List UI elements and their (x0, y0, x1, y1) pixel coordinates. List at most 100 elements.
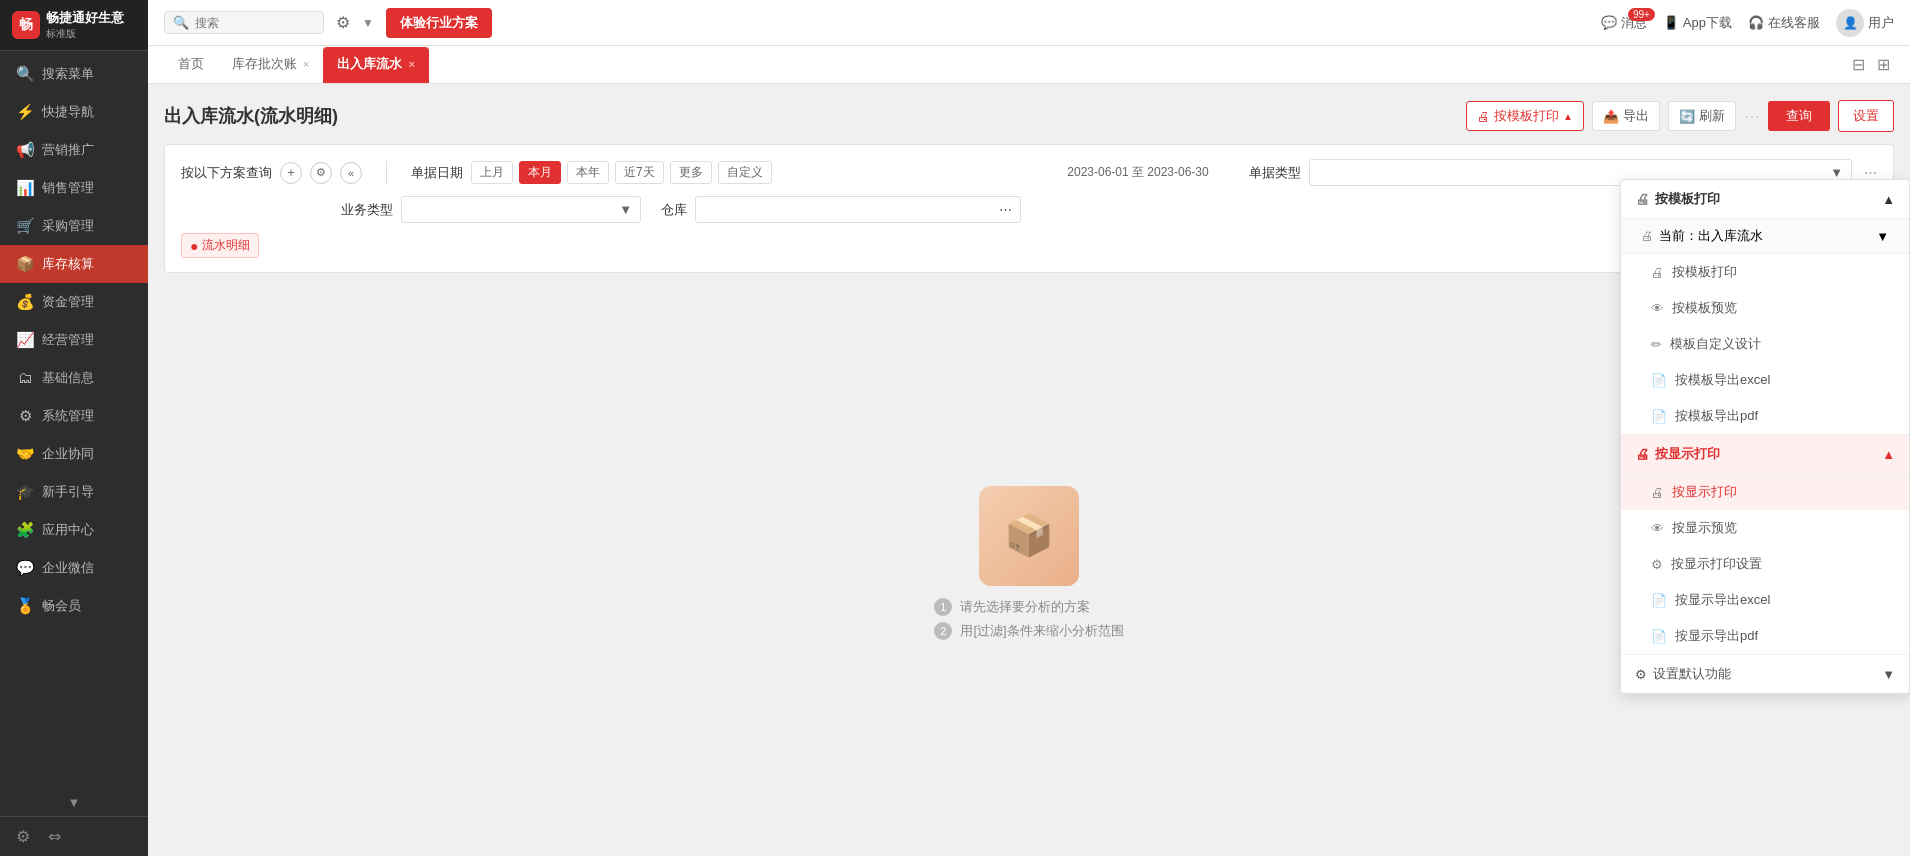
biztype-select[interactable]: ▼ (401, 196, 641, 223)
date-range: 2023-06-01 至 2023-06-30 (1067, 164, 1208, 181)
shortcut-icon: ⚡ (16, 103, 34, 121)
sidebar-label-finance: 资金管理 (42, 293, 94, 311)
topbar-gear-icon[interactable]: ⚙ (336, 13, 350, 32)
user-info[interactable]: 👤 用户 (1836, 9, 1894, 37)
tab-home[interactable]: 首页 (164, 47, 218, 83)
tab-maximize-icon[interactable]: ⊞ (1873, 53, 1894, 76)
topbar-right: 💬 消息 99+ 📱 App下载 🎧 在线客服 👤 用户 (1601, 9, 1894, 37)
sidebar-label-weixin: 企业微信 (42, 559, 94, 577)
sidebar-item-weixin[interactable]: 💬 企业微信 (0, 549, 148, 587)
settings-button[interactable]: 设置 (1838, 100, 1894, 132)
current-template-row[interactable]: 🖨 当前：出入库流水 ▼ (1621, 219, 1909, 254)
tab-batch[interactable]: 库存批次账 × (218, 47, 323, 83)
empty-step-2: 2 用[过滤]条件来缩小分析范围 (934, 622, 1123, 640)
template-print-section-header[interactable]: 🖨 按模板打印 ▲ (1621, 180, 1909, 219)
trial-button[interactable]: 体验行业方案 (386, 8, 492, 38)
dp-excel2-icon: 📄 (1651, 593, 1667, 608)
collapse-filter-btn[interactable]: « (340, 162, 362, 184)
sidebar-item-purchase[interactable]: 🛒 采购管理 (0, 207, 148, 245)
warehouse-select[interactable]: ⋯ (695, 196, 1021, 223)
date-this-year[interactable]: 本年 (567, 161, 609, 184)
dp-display-printer-icon: 🖨 (1651, 485, 1664, 500)
tab-batch-close[interactable]: × (303, 58, 309, 70)
sidebar-item-sales[interactable]: 📊 销售管理 (0, 169, 148, 207)
collapse-sidebar-icon[interactable]: ⇔ (48, 827, 61, 846)
dp-display-pdf[interactable]: 📄 按显示导出pdf (1621, 618, 1909, 654)
date-last-month[interactable]: 上月 (471, 161, 513, 184)
apps-icon: 🧩 (16, 521, 34, 539)
export-icon: 📤 (1603, 109, 1619, 124)
logo-sub: 标准版 (46, 27, 124, 40)
dp-template-customize[interactable]: ✏ 模板自定义设计 (1621, 326, 1909, 362)
biztype-arrow: ▼ (619, 202, 632, 217)
messages-btn[interactable]: 💬 消息 99+ (1601, 14, 1647, 32)
sidebar-item-finance[interactable]: 💰 资金管理 (0, 283, 148, 321)
sidebar-item-marketing[interactable]: 📢 营销推广 (0, 131, 148, 169)
online-service-btn[interactable]: 🎧 在线客服 (1748, 14, 1820, 32)
dp-template-excel[interactable]: 📄 按模板导出excel (1621, 362, 1909, 398)
finance-icon: 💰 (16, 293, 34, 311)
sidebar-item-basic[interactable]: 🗂 基础信息 (0, 359, 148, 397)
doctype-more-icon[interactable]: ⋯ (1864, 165, 1877, 180)
dp-printer-icon: 🖨 (1651, 265, 1664, 280)
app-logo-icon: 畅 (12, 11, 40, 39)
sidebar-item-system[interactable]: ⚙ 系统管理 (0, 397, 148, 435)
tab-flow-close[interactable]: × (408, 58, 414, 70)
sidebar-label-operation: 经营管理 (42, 331, 94, 349)
date-this-month[interactable]: 本月 (519, 161, 561, 184)
tab-flow[interactable]: 出入库流水 × (323, 47, 428, 83)
tab-minimize-icon[interactable]: ⊟ (1848, 53, 1869, 76)
dp-template-pdf[interactable]: 📄 按模板导出pdf (1621, 398, 1909, 434)
date-more[interactable]: 更多 (670, 161, 712, 184)
sidebar-item-inventory[interactable]: 📦 库存核算 (0, 245, 148, 283)
filter-tag-liushui[interactable]: ● 流水明细 (181, 233, 259, 258)
logo-text: 畅捷通好生意 标准版 (46, 10, 124, 40)
topbar-search-box[interactable]: 🔍 (164, 11, 324, 34)
page-title: 出入库流水(流水明细) (164, 104, 338, 128)
export-btn[interactable]: 📤 导出 (1592, 101, 1660, 131)
sidebar-item-operation[interactable]: 📈 经营管理 (0, 321, 148, 359)
print-template-btn[interactable]: 🖨 按模板打印 ▲ (1466, 101, 1584, 131)
dp-display-excel[interactable]: 📄 按显示导出excel (1621, 582, 1909, 618)
query-button[interactable]: 查询 (1768, 101, 1830, 131)
sidebar-label-purchase: 采购管理 (42, 217, 94, 235)
date-custom[interactable]: 自定义 (718, 161, 772, 184)
sidebar-item-newbie[interactable]: 🎓 新手引导 (0, 473, 148, 511)
sidebar-item-search[interactable]: 🔍 搜索菜单 (0, 55, 148, 93)
dp-footer[interactable]: ⚙ 设置默认功能 ▼ (1621, 654, 1909, 693)
sidebar-label-search: 搜索菜单 (42, 65, 94, 83)
sidebar-label-member: 畅会员 (42, 597, 81, 615)
sidebar-item-shortcut[interactable]: ⚡ 快捷导航 (0, 93, 148, 131)
headset-icon: 🎧 (1748, 15, 1764, 30)
dp-template-print[interactable]: 🖨 按模板打印 (1621, 254, 1909, 290)
dp-display-settings[interactable]: ⚙ 按显示打印设置 (1621, 546, 1909, 582)
settings-bottom-icon[interactable]: ⚙ (16, 827, 30, 846)
sidebar-scroll-down[interactable]: ▼ (0, 789, 148, 816)
sidebar-menu: 🔍 搜索菜单 ⚡ 快捷导航 📢 营销推广 📊 销售管理 🛒 采购管理 📦 库存核… (0, 51, 148, 789)
dp-display-settings-icon: ⚙ (1651, 557, 1663, 572)
topbar-dropdown-arrow[interactable]: ▼ (362, 16, 374, 30)
export-label: 导出 (1623, 107, 1649, 125)
dp-display-preview-icon: 👁 (1651, 521, 1664, 536)
date-7days[interactable]: 近7天 (615, 161, 664, 184)
sidebar-item-apps[interactable]: 🧩 应用中心 (0, 511, 148, 549)
app-download-btn[interactable]: 📱 App下载 (1663, 14, 1732, 32)
refresh-btn[interactable]: 🔄 刷新 (1668, 101, 1736, 131)
display-print-section-header[interactable]: 🖨 按显示打印 ▲ (1621, 435, 1909, 474)
sidebar-item-collab[interactable]: 🤝 企业协同 (0, 435, 148, 473)
settings-filter-btn[interactable]: ⚙ (310, 162, 332, 184)
search-input[interactable] (195, 16, 305, 30)
dp-display-pdf-label: 按显示导出pdf (1675, 627, 1758, 645)
add-filter-btn[interactable]: + (280, 162, 302, 184)
search-icon: 🔍 (16, 65, 34, 83)
sidebar-label-inventory: 库存核算 (42, 255, 94, 273)
current-template-label: 当前：出入库流水 (1659, 227, 1763, 245)
print-template-label: 按模板打印 (1494, 107, 1559, 125)
warehouse-filter: 仓库 ⋯ (661, 196, 1021, 223)
dp-display-preview[interactable]: 👁 按显示预览 (1621, 510, 1909, 546)
sidebar-label-basic: 基础信息 (42, 369, 94, 387)
marketing-icon: 📢 (16, 141, 34, 159)
dp-template-preview[interactable]: 👁 按模板预览 (1621, 290, 1909, 326)
sidebar-item-member[interactable]: 🏅 畅会员 (0, 587, 148, 625)
dp-display-print[interactable]: 🖨 按显示打印 (1621, 474, 1909, 510)
